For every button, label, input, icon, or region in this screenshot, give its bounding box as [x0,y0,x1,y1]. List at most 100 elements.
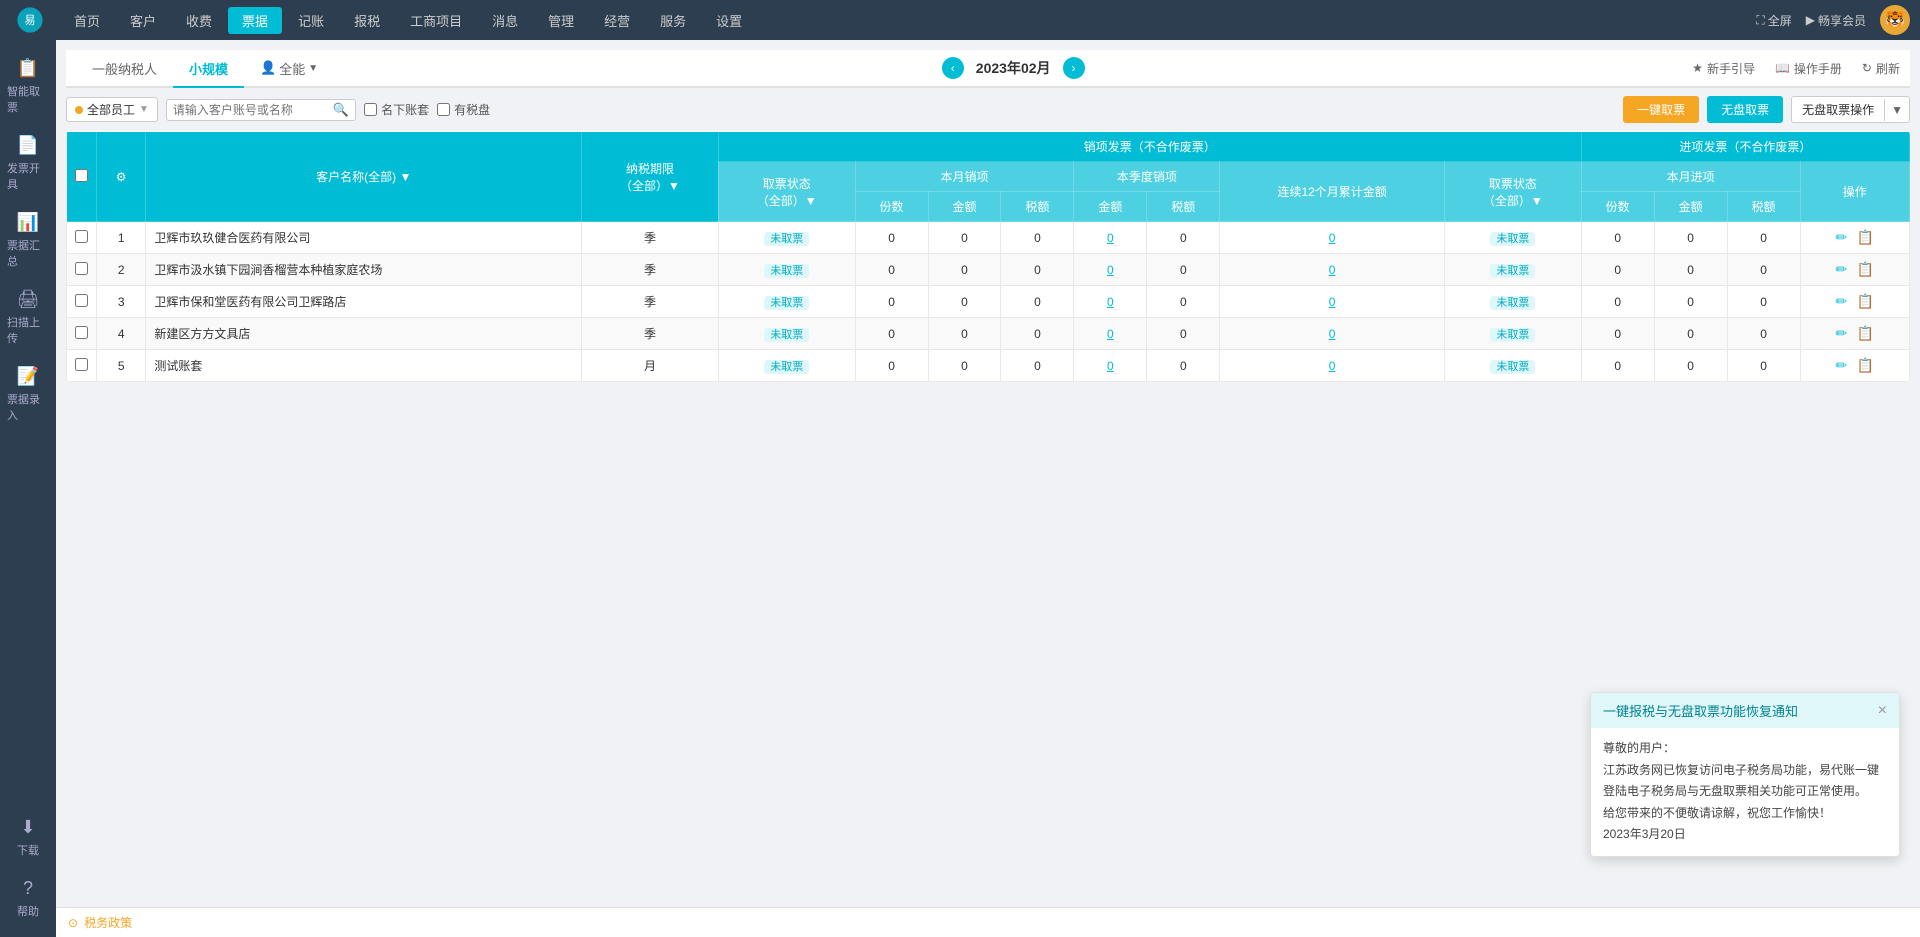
manual-btn[interactable]: 📖 操作手册 [1775,60,1842,77]
no-disk-ops-label: 无盘取票操作 [1792,97,1884,122]
row-checkbox[interactable] [75,262,88,275]
row-sale-quarter-tax: 0 [1147,286,1220,318]
nav-item-经营[interactable]: 经营 [590,7,644,34]
nav-item-首页[interactable]: 首页 [60,7,114,34]
row-client-name: 卫辉市汲水镇下园涧香榴营本种植家庭农场 [146,254,582,286]
row-purchase-month-qty: 0 [1581,286,1654,318]
row-sale-month-qty: 0 [855,254,928,286]
employee-label: 全部员工 [87,101,135,118]
row-no: 2 [97,254,146,286]
th-sale-quarter-tax: 税额 [1147,192,1220,222]
tab-all[interactable]: 👤 全能 ▼ [244,51,334,88]
edit-btn[interactable]: ✏ [1836,293,1848,309]
row-sale-month-qty: 0 [855,318,928,350]
sidebar-item-票据汇总[interactable]: 📊票据汇总 [3,204,53,277]
sidebar-label: 发票开具 [7,160,49,192]
sidebar-bottom-帮助[interactable]: ?帮助 [3,870,53,927]
nav-item-收费[interactable]: 收费 [172,7,226,34]
tax-disk-checkbox-label[interactable]: 有税盘 [437,101,490,118]
sidebar-item-票据录入[interactable]: 📝票据录入 [3,358,53,431]
new-guide-label: 新手引导 [1707,60,1755,77]
no-disk-ops-dropdown[interactable]: 无盘取票操作 ▼ [1791,96,1910,123]
row-purchase-month-tax: 0 [1727,286,1800,318]
nav-item-设置[interactable]: 设置 [702,7,756,34]
nav-item-记账[interactable]: 记账 [284,7,338,34]
settings-icon[interactable]: ⚙ [116,170,127,184]
th-settings: ⚙ [97,132,146,222]
tab-general-taxpayer[interactable]: 一般纳税人 [76,51,173,88]
my-accounts-checkbox-label[interactable]: 名下账套 [364,101,429,118]
employee-select[interactable]: 全部员工 ▼ [66,97,158,122]
row-purchase-month-amt: 0 [1654,222,1727,254]
nav-item-工商项目[interactable]: 工商项目 [396,7,476,34]
nav-item-服务[interactable]: 服务 [646,7,700,34]
row-sale-month-amt: 0 [928,350,1001,382]
row-client-name: 卫辉市保和堂医药有限公司卫辉路店 [146,286,582,318]
row-purchase-month-amt: 0 [1654,254,1727,286]
prev-month-btn[interactable]: ‹ [942,57,964,79]
no-disk-fetch-btn[interactable]: 无盘取票 [1707,96,1783,123]
row-checkbox[interactable] [75,326,88,339]
fullscreen-label: 全屏 [1768,12,1792,29]
notification-body: 尊敬的用户： 江苏政务网已恢复访问电子税务局功能，易代账一键登陆电子税务局与无盘… [1591,728,1899,856]
tax-policy-label[interactable]: 税务政策 [84,914,132,931]
tab-small-scale[interactable]: 小规模 [173,51,244,88]
row-12m-total: 0 [1220,350,1445,382]
row-sale-month-amt: 0 [928,222,1001,254]
nav-item-报税[interactable]: 报税 [340,7,394,34]
edit-btn[interactable]: ✏ [1836,357,1848,373]
search-icon[interactable]: 🔍 [333,102,349,118]
row-purchase-month-tax: 0 [1727,350,1800,382]
edit-btn[interactable]: ✏ [1836,261,1848,277]
nav-item-管理[interactable]: 管理 [534,7,588,34]
view-btn[interactable]: 📋 [1857,325,1874,341]
th-action: 操作 [1800,162,1909,222]
row-purchase-month-qty: 0 [1581,222,1654,254]
new-guide-btn[interactable]: ★ 新手引导 [1692,60,1755,77]
row-checkbox-cell [67,286,97,318]
star-icon: ★ [1692,61,1703,75]
row-purchase-status: 未取票 [1444,286,1581,318]
notification-popup: 一键报税与无盘取票功能恢复通知 × 尊敬的用户： 江苏政务网已恢复访问电子税务局… [1590,692,1900,857]
row-checkbox[interactable] [75,230,88,243]
refresh-btn[interactable]: ↻ 刷新 [1862,60,1900,77]
search-input[interactable] [173,103,333,117]
sidebar-item-发票开具[interactable]: 📄发票开具 [3,127,53,200]
row-checkbox[interactable] [75,294,88,307]
sidebar-item-扫描上传[interactable]: 🖨扫描上传 [3,281,53,354]
edit-btn[interactable]: ✏ [1836,229,1848,245]
tab-bar: 一般纳税人 小规模 👤 全能 ▼ ‹ 2023年02月 › ★ 新手引导 📖 操… [66,50,1910,88]
one-click-fetch-btn[interactable]: 一键取票 [1623,96,1699,123]
row-no: 5 [97,350,146,382]
next-month-btn[interactable]: › [1063,57,1085,79]
fullscreen-btn[interactable]: ⛶ 全屏 [1756,12,1791,29]
row-purchase-month-amt: 0 [1654,350,1727,382]
vip-label: 畅享会员 [1818,12,1866,29]
fullscreen-icon: ⛶ [1756,13,1764,28]
view-btn[interactable]: 📋 [1857,357,1874,373]
nav-item-票据[interactable]: 票据 [228,7,282,34]
nav-item-客户[interactable]: 客户 [116,7,170,34]
nav-item-消息[interactable]: 消息 [478,7,532,34]
row-action-cell: ✏ 📋 [1800,318,1909,350]
row-period: 季 [582,222,719,254]
row-checkbox[interactable] [75,358,88,371]
view-btn[interactable]: 📋 [1857,229,1874,245]
tab-right-actions: ★ 新手引导 📖 操作手册 ↻ 刷新 [1692,60,1900,77]
view-btn[interactable]: 📋 [1857,293,1874,309]
select-all-checkbox[interactable] [75,169,88,182]
notification-close-btn[interactable]: × [1878,702,1887,720]
current-date: 2023年02月 [976,58,1051,78]
table-row: 2 卫辉市汲水镇下园涧香榴营本种植家庭农场 季 未取票 0 0 0 0 0 0 … [67,254,1910,286]
vip-btn[interactable]: ▶ 畅享会员 [1806,12,1866,29]
user-avatar[interactable]: 🐯 [1880,5,1910,35]
my-accounts-checkbox[interactable] [364,103,377,116]
view-btn[interactable]: 📋 [1857,261,1874,277]
sidebar-item-智能取票[interactable]: 📋智能取票 [3,50,53,123]
sidebar-bottom-下载[interactable]: ⬇下载 [3,809,53,866]
tax-disk-checkbox[interactable] [437,103,450,116]
row-purchase-status: 未取票 [1444,318,1581,350]
manual-label: 操作手册 [1794,60,1842,77]
edit-btn[interactable]: ✏ [1836,325,1848,341]
row-action-cell: ✏ 📋 [1800,350,1909,382]
